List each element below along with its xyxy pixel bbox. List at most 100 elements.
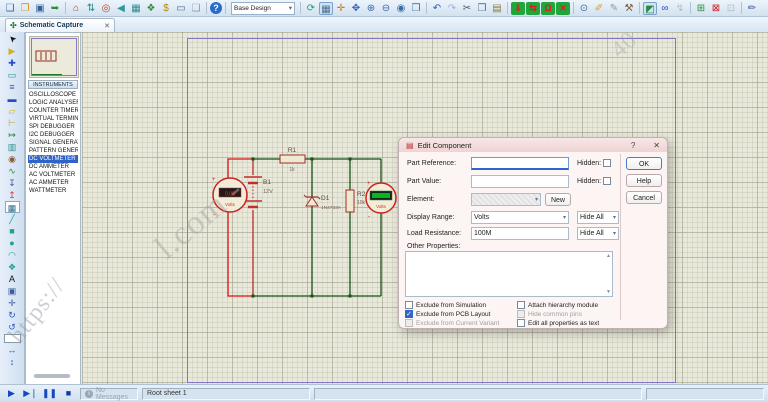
schematic-overview[interactable] <box>29 36 79 78</box>
2d-marker-icon[interactable]: ✛ <box>5 297 20 309</box>
checkbox-row-exclude-from-pcb-layout-checkbox[interactable]: ✓ <box>405 310 413 318</box>
help-button[interactable]: Help <box>626 174 662 187</box>
virtual-instruments-mode-icon[interactable]: ▦ <box>4 201 20 213</box>
property-wand-icon[interactable]: ✐ <box>592 2 606 15</box>
zoom-out-icon[interactable]: ⊖ <box>379 2 393 15</box>
dialog-title-bar[interactable]: ▤ Edit Component ? ✕ <box>399 138 667 152</box>
instrument-item-dc-ammeter[interactable]: DC AMMETER <box>28 163 78 171</box>
stop-button[interactable]: ■ <box>61 387 76 400</box>
2d-symbol-icon[interactable]: ▣ <box>5 285 20 297</box>
help-icon[interactable]: ? <box>210 2 222 14</box>
find-component-icon[interactable]: ∞ <box>658 2 672 15</box>
cancel-button[interactable]: Cancel <box>626 191 662 204</box>
instrument-item-ac-ammeter[interactable]: AC AMMETER <box>28 179 78 187</box>
text-script-mode-icon[interactable]: ≡ <box>5 81 20 93</box>
design-selector[interactable]: Base Design ▾ <box>231 1 295 15</box>
dialog-close-icon[interactable]: ✕ <box>653 141 660 150</box>
checkbox-row-attach-hierarchy-module-checkbox[interactable] <box>517 301 525 309</box>
bus-mode-icon[interactable]: ▬ <box>5 93 20 105</box>
2d-path-icon[interactable]: ❖ <box>5 261 20 273</box>
junction-dot-mode-icon[interactable]: ✚ <box>5 57 20 69</box>
load-resistance-hide-combo[interactable]: Hide All ▾ <box>577 227 619 240</box>
import-design-icon[interactable]: ➥ <box>48 2 62 15</box>
block-move-icon[interactable]: ⇆ <box>526 1 540 15</box>
2d-box-icon[interactable]: ■ <box>5 225 20 237</box>
dialog-help-icon[interactable]: ? <box>631 141 635 150</box>
rotate-cw-icon[interactable]: ↻ <box>5 309 20 321</box>
2d-circle-icon[interactable]: ● <box>5 237 20 249</box>
checkbox-row-edit-all-properties-as-text-checkbox[interactable] <box>517 319 525 327</box>
save-design-icon[interactable]: ▣ <box>33 2 47 15</box>
tab-schematic-capture[interactable]: ✣ Schematic Capture ✕ <box>5 18 115 32</box>
2d-arc-icon[interactable]: ◠ <box>5 249 20 261</box>
play-button[interactable]: ▶ <box>4 387 19 400</box>
display-range-hide-combo[interactable]: Hide All ▾ <box>577 211 619 224</box>
scroll-down-icon[interactable]: ▼ <box>606 289 611 295</box>
part-reference-input[interactable] <box>471 157 569 170</box>
design-tools-icon[interactable]: ⚒ <box>622 2 636 15</box>
pause-button[interactable]: ❚❚ <box>42 387 57 400</box>
zoom-all-icon[interactable]: ◉ <box>394 2 408 15</box>
console-icon[interactable]: ▭ <box>174 2 188 15</box>
display-range-combo[interactable]: Volts ▾ <box>471 211 569 224</box>
instrument-item-pattern-generator[interactable]: PATTERN GENERATOR <box>28 147 78 155</box>
grid-toggle-icon[interactable]: ▦ <box>319 1 333 15</box>
pan-icon[interactable]: ✥ <box>349 2 363 15</box>
2d-text-icon[interactable]: A <box>5 273 20 285</box>
step-button[interactable]: ▶❘ <box>23 387 38 400</box>
checkbox-row-exclude-from-simulation-checkbox[interactable] <box>405 301 413 309</box>
2d-line-icon[interactable]: ╱ <box>5 213 20 225</box>
current-probe-mode-icon[interactable]: ↥ <box>5 189 20 201</box>
terminal-mode-icon[interactable]: ⊢ <box>5 117 20 129</box>
cut-icon[interactable]: ✂ <box>460 2 474 15</box>
tab-close-icon[interactable]: ✕ <box>104 22 110 30</box>
paste-icon[interactable]: ▤ <box>490 2 504 15</box>
origin-icon[interactable]: ✛ <box>334 2 348 15</box>
mirror-vertical-icon[interactable]: ↕ <box>5 356 20 368</box>
property-assignment-icon[interactable]: ✎ <box>607 2 621 15</box>
instrument-item-signal-generator[interactable]: SIGNAL GENERATOR <box>28 139 78 147</box>
generator-mode-icon[interactable]: ∿ <box>5 165 20 177</box>
redraw-icon[interactable]: ⟳ <box>304 2 318 15</box>
instrument-item-oscilloscope[interactable]: OSCILLOSCOPE <box>28 91 78 99</box>
instrument-item-logic-analyser[interactable]: LOGIC ANALYSER <box>28 99 78 107</box>
voltage-probe-mode-icon[interactable]: ↧ <box>5 177 20 189</box>
load-resistance-input[interactable] <box>471 227 569 240</box>
instrument-item-counter-timer[interactable]: COUNTER TIMER <box>28 107 78 115</box>
new-sheet-icon[interactable]: ⇅ <box>84 2 98 15</box>
instrument-item-i2c-debugger[interactable]: I2C DEBUGGER <box>28 131 78 139</box>
element-new-button[interactable]: New <box>545 193 571 206</box>
audio-icon[interactable]: ◀ <box>114 2 128 15</box>
remove-sheet-icon[interactable]: ⊠ <box>709 2 723 15</box>
rotation-angle-field[interactable] <box>3 334 21 343</box>
instrument-item-wattmeter[interactable]: WATTMETER <box>28 187 78 195</box>
zoom-in-icon[interactable]: ⊕ <box>364 2 378 15</box>
zoom-to-marker-icon[interactable]: ◎ <box>99 2 113 15</box>
subcircuit-mode-icon[interactable]: ▱ <box>5 105 20 117</box>
home-page-icon[interactable]: ⌂ <box>69 2 83 15</box>
object-selector-scrollbar[interactable] <box>34 374 70 378</box>
wire-label-mode-icon[interactable]: ▭ <box>5 69 20 81</box>
zoom-area-icon[interactable]: ❒ <box>409 2 423 15</box>
block-rotate-icon[interactable]: Ω <box>541 1 555 15</box>
notes-icon[interactable]: ❑ <box>189 2 203 15</box>
vsm-monitor-icon[interactable]: ▦ <box>129 2 143 15</box>
message-panel[interactable]: i No Messages <box>80 387 138 401</box>
instrument-item-ac-voltmeter[interactable]: AC VOLTMETER <box>28 171 78 179</box>
hidden-checkbox-2[interactable] <box>603 177 611 185</box>
instrument-item-dc-voltmeter[interactable]: DC VOLTMETER <box>28 155 78 163</box>
undo-icon[interactable]: ↶ <box>430 2 444 15</box>
add-root-sheet-icon[interactable]: ⊞ <box>694 2 708 15</box>
mirror-horizontal-icon[interactable]: ↔ <box>5 344 20 356</box>
bom-icon[interactable]: $ <box>159 2 173 15</box>
library-icon[interactable]: ❖ <box>144 2 158 15</box>
open-design-icon[interactable]: ❐ <box>18 2 32 15</box>
scroll-up-icon[interactable]: ▲ <box>606 253 611 259</box>
block-copy-icon[interactable]: ⇓ <box>511 1 525 15</box>
instrument-item-virtual-terminal[interactable]: VIRTUAL TERMINAL <box>28 115 78 123</box>
new-design-icon[interactable]: ❏ <box>3 2 17 15</box>
graph-mode-icon[interactable]: ▥ <box>5 141 20 153</box>
tape-recorder-mode-icon[interactable]: ◉ <box>5 153 20 165</box>
copy-icon[interactable]: ❐ <box>475 2 489 15</box>
rotate-ccw-icon[interactable]: ↺ <box>5 321 20 333</box>
